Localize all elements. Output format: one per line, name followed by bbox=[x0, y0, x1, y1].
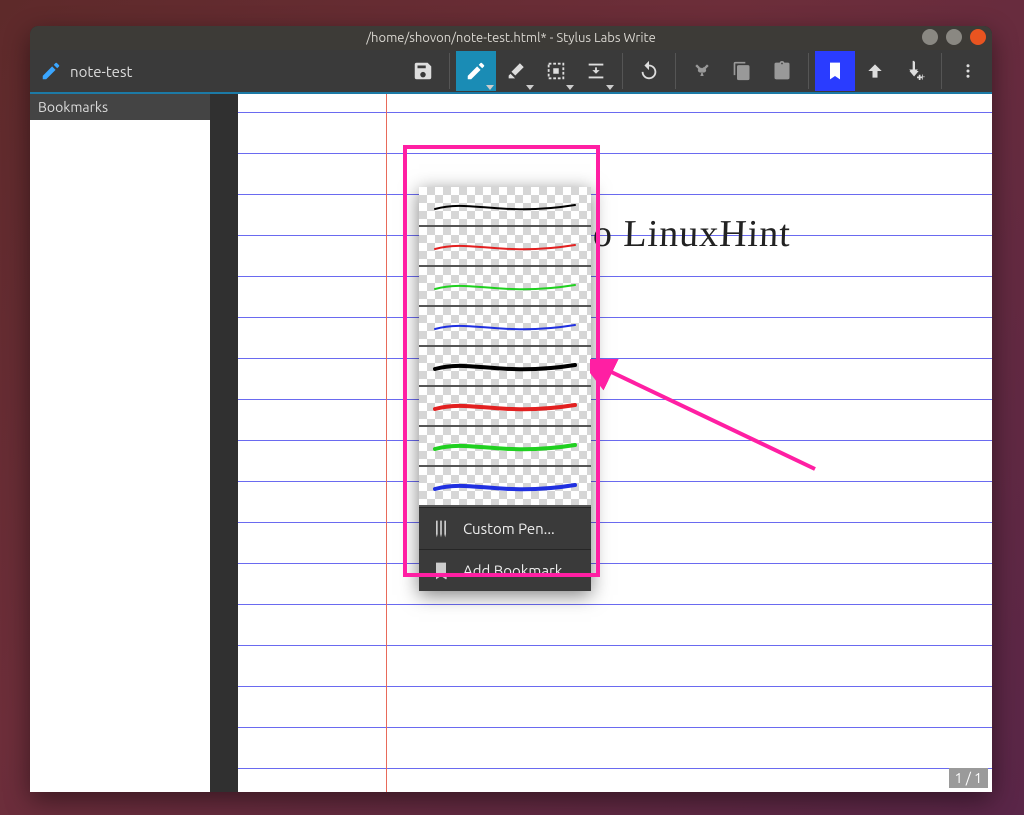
svg-text:+: + bbox=[444, 570, 450, 581]
undo-icon bbox=[638, 60, 660, 82]
bookmark-add-icon: + bbox=[431, 561, 451, 581]
custom-pen-menu-item[interactable]: Custom Pen... bbox=[419, 507, 591, 549]
clipboard-icon bbox=[772, 61, 792, 81]
insert-space-icon bbox=[585, 60, 607, 82]
bookmarks-list[interactable] bbox=[30, 120, 210, 792]
pen-dropdown-menu: Custom Pen... + Add Bookmark bbox=[419, 187, 591, 591]
bookmark-icon bbox=[825, 61, 845, 81]
arrow-up-icon bbox=[865, 61, 885, 81]
page-counter: 1 / 1 bbox=[949, 768, 988, 788]
canvas[interactable]: o LinuxHint 1 / 1 bbox=[238, 94, 992, 792]
pen-option-green-thick[interactable] bbox=[419, 427, 591, 467]
close-button[interactable] bbox=[970, 29, 986, 45]
next-page-button[interactable]: + bbox=[895, 51, 935, 91]
body-area: Bookmarks o LinuxHint 1 / 1 bbox=[30, 94, 992, 792]
pen-option-green-thin[interactable] bbox=[419, 267, 591, 307]
margin-line bbox=[386, 94, 387, 792]
minimize-button[interactable] bbox=[922, 29, 938, 45]
paste-button[interactable] bbox=[762, 51, 802, 91]
tab-label: note-test bbox=[70, 63, 132, 80]
sidebar-title: Bookmarks bbox=[30, 94, 210, 120]
add-bookmark-label: Add Bookmark bbox=[463, 562, 562, 579]
insert-space-button[interactable] bbox=[576, 51, 616, 91]
copy-icon bbox=[732, 61, 752, 81]
pencil-icon bbox=[40, 60, 62, 82]
copy-button[interactable] bbox=[722, 51, 762, 91]
pen-option-red-thick[interactable] bbox=[419, 387, 591, 427]
titlebar: /home/shovon/note-test.html* - Stylus La… bbox=[30, 26, 992, 50]
toolbar: note-test bbox=[30, 50, 992, 94]
pen-tool-button[interactable] bbox=[456, 51, 496, 91]
eraser-icon bbox=[505, 60, 527, 82]
svg-text:+: + bbox=[920, 71, 926, 82]
handwriting-text: o LinuxHint bbox=[592, 212, 791, 256]
pens-icon bbox=[431, 519, 451, 539]
select-icon bbox=[545, 60, 567, 82]
page[interactable]: o LinuxHint 1 / 1 bbox=[238, 94, 992, 792]
pen-option-black-thin[interactable] bbox=[419, 187, 591, 227]
pen-option-red-thin[interactable] bbox=[419, 227, 591, 267]
eraser-tool-button[interactable] bbox=[496, 51, 536, 91]
arrow-down-plus-icon: + bbox=[904, 60, 926, 82]
window-controls bbox=[922, 29, 986, 45]
document-tab[interactable]: note-test bbox=[34, 51, 142, 91]
pen-option-black-thick[interactable] bbox=[419, 347, 591, 387]
undo-button[interactable] bbox=[629, 51, 669, 91]
cut-icon bbox=[692, 61, 712, 81]
sidebar: Bookmarks bbox=[30, 94, 210, 792]
custom-pen-label: Custom Pen... bbox=[463, 520, 555, 537]
app-window: /home/shovon/note-test.html* - Stylus La… bbox=[30, 26, 992, 792]
add-bookmark-menu-item[interactable]: + Add Bookmark bbox=[419, 549, 591, 591]
rule-lines bbox=[238, 94, 992, 792]
overflow-menu-button[interactable] bbox=[948, 51, 988, 91]
maximize-button[interactable] bbox=[946, 29, 962, 45]
select-tool-button[interactable] bbox=[536, 51, 576, 91]
window-title: /home/shovon/note-test.html* - Stylus La… bbox=[30, 31, 992, 45]
bookmark-button[interactable] bbox=[815, 51, 855, 91]
dots-icon bbox=[959, 62, 977, 80]
pen-option-blue-thin[interactable] bbox=[419, 307, 591, 347]
pen-icon bbox=[465, 60, 487, 82]
prev-page-button[interactable] bbox=[855, 51, 895, 91]
cut-button[interactable] bbox=[682, 51, 722, 91]
save-icon bbox=[412, 60, 434, 82]
pen-option-blue-thick[interactable] bbox=[419, 467, 591, 507]
save-button[interactable] bbox=[403, 51, 443, 91]
